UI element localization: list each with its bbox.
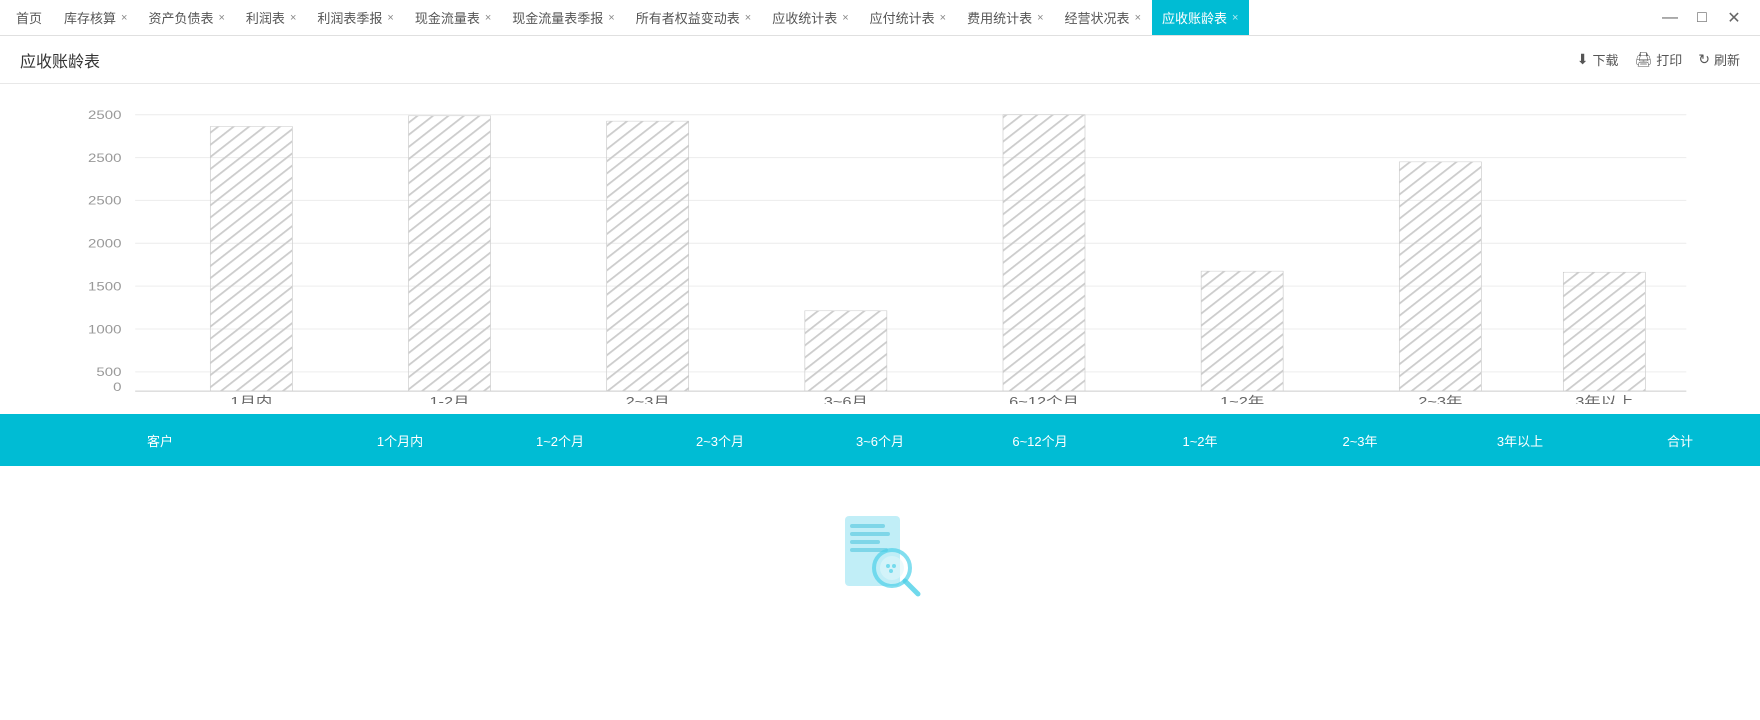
tab-ar-aging-close[interactable]: × (1232, 12, 1238, 24)
tab-cashflow-quarterly[interactable]: 现金流量表季报 × (502, 0, 625, 36)
tab-ar-stats-label: 应收统计表 (772, 8, 837, 27)
tab-balance-sheet-close[interactable]: × (218, 12, 224, 24)
bar-1月内 (210, 127, 292, 392)
tab-inventory[interactable]: 库存核算 × (54, 0, 138, 36)
tab-profit-close[interactable]: × (290, 12, 296, 24)
tab-ar-aging-label: 应收账龄表 (1162, 8, 1227, 27)
tab-profit-quarterly-label: 利润表季报 (317, 8, 382, 27)
bar-1-2月 (409, 116, 491, 391)
print-button[interactable]: 🖨 打印 (1634, 50, 1682, 69)
tab-profit-quarterly-close[interactable]: × (387, 12, 393, 24)
print-icon: 🖨 (1634, 51, 1652, 68)
svg-text:2500: 2500 (88, 194, 121, 207)
tab-profit[interactable]: 利润表 × (236, 0, 307, 36)
tab-expense-stats[interactable]: 费用统计表 × (957, 0, 1054, 36)
chart-container: 2500 2500 2500 2000 1500 1000 500 0 (60, 104, 1700, 404)
svg-text:2000: 2000 (88, 237, 121, 250)
tab-balance-sheet[interactable]: 资产负债表 × (138, 0, 235, 36)
tab-profit-label: 利润表 (246, 8, 285, 27)
bar-1-2年 (1201, 271, 1283, 391)
tab-inventory-label: 库存核算 (64, 8, 116, 27)
refresh-icon: ↻ (1698, 51, 1710, 68)
svg-text:1月内: 1月内 (230, 395, 272, 404)
bar-6-12月 (1003, 115, 1085, 391)
tab-expense-stats-close[interactable]: × (1037, 12, 1043, 24)
tab-ap-stats-close[interactable]: × (940, 12, 946, 24)
tab-operation[interactable]: 经营状况表 × (1055, 0, 1152, 36)
col-1month: 1个月内 (320, 431, 480, 450)
col-total: 合计 (1600, 431, 1760, 450)
col-1-2year: 1~2年 (1120, 431, 1280, 450)
page-actions: ⬇ 下载 🖨 打印 ↻ 刷新 (1577, 50, 1740, 69)
close-button[interactable]: ✕ (1720, 4, 1748, 32)
tab-ar-stats-close[interactable]: × (842, 12, 848, 24)
page-header: 应收账龄表 ⬇ 下载 🖨 打印 ↻ 刷新 (0, 36, 1760, 84)
tab-ar-stats[interactable]: 应收统计表 × (762, 0, 859, 36)
svg-text:6~12个月: 6~12个月 (1009, 395, 1079, 404)
svg-text:3~6月: 3~6月 (824, 396, 868, 404)
tab-expense-stats-label: 费用统计表 (967, 8, 1032, 27)
svg-text:1-2月: 1-2月 (429, 396, 469, 404)
tab-profit-quarterly[interactable]: 利润表季报 × (307, 0, 404, 36)
bar-3-6月 (805, 311, 887, 391)
svg-text:1000: 1000 (88, 323, 121, 336)
bar-2-3月 (607, 121, 689, 391)
download-icon: ⬇ (1577, 51, 1589, 68)
window-actions: — □ ✕ (1656, 4, 1756, 32)
home-tab-label: 首页 (16, 11, 42, 26)
tab-ar-aging[interactable]: 应收账龄表 × (1152, 0, 1249, 36)
download-label: 下载 (1592, 50, 1618, 69)
col-1-2month: 1~2个月 (480, 431, 640, 450)
tab-operation-close[interactable]: × (1135, 12, 1141, 24)
tab-cashflow[interactable]: 现金流量表 × (405, 0, 502, 36)
tab-equity-label: 所有者权益变动表 (636, 8, 740, 27)
svg-text:500: 500 (96, 366, 121, 379)
svg-text:1500: 1500 (88, 280, 121, 293)
svg-text:3年以上: 3年以上 (1575, 395, 1633, 404)
tab-cashflow-quarterly-close[interactable]: × (608, 12, 614, 24)
bar-chart: 2500 2500 2500 2000 1500 1000 500 0 (60, 104, 1700, 404)
minimize-button[interactable]: — (1656, 4, 1684, 32)
page-title: 应收账龄表 (20, 48, 100, 72)
svg-text:2500: 2500 (88, 109, 121, 122)
svg-text:0: 0 (113, 381, 121, 394)
col-3plus-year: 3年以上 (1440, 431, 1600, 450)
tab-inventory-close[interactable]: × (121, 12, 127, 24)
empty-state (0, 466, 1760, 720)
tab-ap-stats-label: 应付统计表 (870, 8, 935, 27)
tab-balance-sheet-label: 资产负债表 (148, 8, 213, 27)
print-label: 打印 (1656, 50, 1682, 69)
main-content: 2500 2500 2500 2000 1500 1000 500 0 (0, 84, 1760, 720)
col-2-3year: 2~3年 (1280, 431, 1440, 450)
col-6-12month: 6~12个月 (960, 431, 1120, 450)
tab-home[interactable]: 首页 (4, 8, 54, 27)
svg-text:2~3月: 2~3月 (626, 396, 670, 404)
col-customer: 客户 (0, 431, 320, 450)
empty-icon (830, 506, 930, 606)
svg-text:2500: 2500 (88, 151, 121, 164)
bar-2-3年 (1399, 162, 1481, 391)
bar-3年以上 (1563, 272, 1645, 391)
maximize-button[interactable]: □ (1688, 4, 1716, 32)
tab-cashflow-quarterly-label: 现金流量表季报 (512, 8, 603, 27)
tab-cashflow-label: 现金流量表 (415, 8, 480, 27)
col-3-6month: 3~6个月 (800, 431, 960, 450)
tab-bar: 首页 库存核算 × 资产负债表 × 利润表 × 利润表季报 × 现金流量表 × … (0, 0, 1760, 36)
tab-operation-label: 经营状况表 (1065, 8, 1130, 27)
svg-text:2~3年: 2~3年 (1418, 395, 1462, 404)
refresh-button[interactable]: ↻ 刷新 (1698, 50, 1740, 69)
tab-ap-stats[interactable]: 应付统计表 × (860, 0, 957, 36)
svg-text:1~2年: 1~2年 (1220, 395, 1264, 404)
tab-cashflow-close[interactable]: × (485, 12, 491, 24)
table-header: 客户 1个月内 1~2个月 2~3个月 3~6个月 6~12个月 1~2年 2~… (0, 414, 1760, 466)
download-button[interactable]: ⬇ 下载 (1577, 50, 1619, 69)
col-2-3month: 2~3个月 (640, 431, 800, 450)
chart-area: 2500 2500 2500 2000 1500 1000 500 0 (0, 84, 1760, 414)
tab-equity[interactable]: 所有者权益变动表 × (626, 0, 762, 36)
refresh-label: 刷新 (1714, 50, 1740, 69)
tab-equity-close[interactable]: × (745, 12, 751, 24)
